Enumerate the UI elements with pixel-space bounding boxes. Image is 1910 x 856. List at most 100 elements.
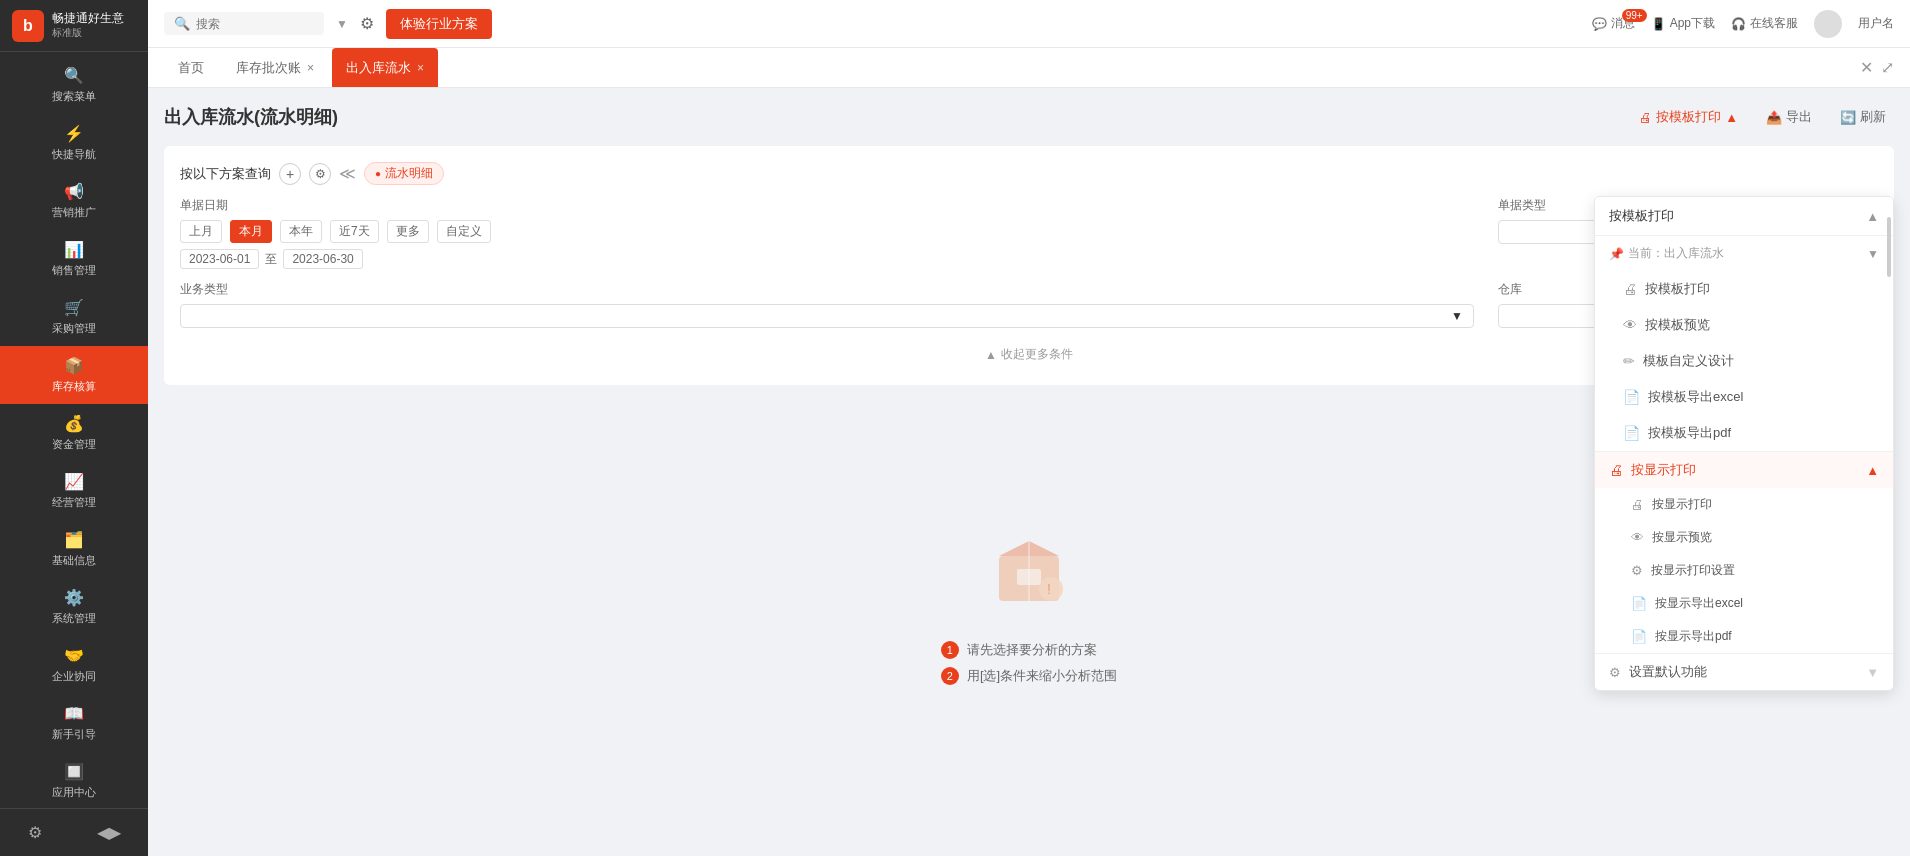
settings-icon[interactable]: ⚙ [24, 819, 46, 846]
sidebar-bottom: ⚙ ◀▶ [0, 808, 148, 856]
nav-icon-operation: 📈 [64, 472, 84, 491]
maximize-icon[interactable]: ⤢ [1881, 58, 1894, 77]
template-excel-item[interactable]: 📄 按模板导出excel [1595, 379, 1893, 415]
date-this-month-btn[interactable]: 本月 [230, 220, 272, 243]
dropdown-collapse-arrow[interactable]: ▲ [1866, 209, 1879, 224]
display-pdf-item[interactable]: 📄 按显示导出pdf [1595, 620, 1893, 653]
sidebar-item-purchase[interactable]: 🛒采购管理 [0, 288, 148, 346]
page-actions: 🖨 按模板打印 ▲ 📤 导出 🔄 刷新 [1631, 104, 1894, 130]
close-window-icon[interactable]: ✕ [1860, 58, 1873, 77]
sidebar-item-sales[interactable]: 📊销售管理 [0, 230, 148, 288]
tab-flow-close[interactable]: × [417, 61, 424, 75]
page-header: 出入库流水(流水明细) 🖨 按模板打印 ▲ 📤 导出 🔄 刷新 [164, 104, 1894, 130]
filter-tag-liushui[interactable]: ● 流水明细 [364, 162, 444, 185]
sidebar: b 畅捷通好生意 标准版 🔍搜索菜单⚡快捷导航📢营销推广📊销售管理🛒采购管理📦库… [0, 0, 148, 856]
nav-icon-inventory: 📦 [64, 356, 84, 375]
export-btn[interactable]: 📤 导出 [1758, 104, 1820, 130]
app-download-btn[interactable]: 📱 App下载 [1651, 15, 1715, 32]
display-settings-item[interactable]: ⚙ 按显示打印设置 [1595, 554, 1893, 587]
step-num-1: 1 [941, 641, 959, 659]
filter-add-btn[interactable]: + [279, 163, 301, 185]
display-excel-item[interactable]: 📄 按显示导出excel [1595, 587, 1893, 620]
date-custom-btn[interactable]: 自定义 [437, 220, 491, 243]
sidebar-item-appcenter[interactable]: 🔲应用中心 [0, 752, 148, 808]
dropdown-title: 按模板打印 [1609, 207, 1674, 225]
display-preview-item[interactable]: 👁 按显示预览 [1595, 521, 1893, 554]
display-section-header[interactable]: 🖨 按显示打印 ▲ [1595, 452, 1893, 488]
template-preview-item[interactable]: 👁 按模板预览 [1595, 307, 1893, 343]
tab-batch-close[interactable]: × [307, 61, 314, 75]
sidebar-item-quicknav[interactable]: ⚡快捷导航 [0, 114, 148, 172]
sidebar-item-marketing[interactable]: 📢营销推广 [0, 172, 148, 230]
sidebar-item-enterprise[interactable]: 🤝企业协同 [0, 636, 148, 694]
display-printer-icon: 🖨 [1631, 497, 1644, 512]
print-dropdown-arrow: ▲ [1725, 110, 1738, 125]
message-btn[interactable]: 💬 消息 99+ [1592, 15, 1635, 32]
filter-tag-icon: ● [375, 168, 381, 179]
nav-icon-marketing: 📢 [64, 182, 84, 201]
biz-type-label: 业务类型 [180, 281, 1474, 298]
template-print-item[interactable]: 🖨 按模板打印 [1595, 271, 1893, 307]
biz-type-select[interactable]: ▼ [180, 304, 1474, 328]
header-search-box[interactable]: 🔍 [164, 12, 324, 35]
date-filter-label: 单据日期 [180, 197, 1474, 214]
tab-flow[interactable]: 出入库流水 × [332, 48, 438, 87]
set-default-btn[interactable]: ⚙ 设置默认功能 ▼ [1595, 654, 1893, 690]
print-dropdown-panel: 按模板打印 ▲ 📌 当前：出入库流水 ▼ 🖨 按模板打印 👁 按模板预览 [1594, 196, 1894, 691]
nav-icon-system: ⚙️ [64, 588, 84, 607]
date-more-btn[interactable]: 更多 [387, 220, 429, 243]
header-gear-icon[interactable]: ⚙ [360, 14, 374, 33]
date-this-year-btn[interactable]: 本年 [280, 220, 322, 243]
current-icon: 📌 [1609, 247, 1624, 261]
sidebar-item-basic[interactable]: 🗂️基础信息 [0, 520, 148, 578]
refresh-btn[interactable]: 🔄 刷新 [1832, 104, 1894, 130]
sidebar-item-finance[interactable]: 💰资金管理 [0, 404, 148, 462]
filter-collapse-icon[interactable]: ≪ [339, 164, 356, 183]
tab-home[interactable]: 首页 [164, 48, 218, 87]
nav-icon-guide: 📖 [64, 704, 84, 723]
date-separator: 至 [265, 251, 277, 268]
date-last-month-btn[interactable]: 上月 [180, 220, 222, 243]
date-from[interactable]: 2023-06-01 [180, 249, 259, 269]
nav-icon-enterprise: 🤝 [64, 646, 84, 665]
online-service-btn[interactable]: 🎧 在线客服 [1731, 15, 1798, 32]
nav-icon-quicknav: ⚡ [64, 124, 84, 143]
sidebar-item-operation[interactable]: 📈经营管理 [0, 462, 148, 520]
nav-icon-appcenter: 🔲 [64, 762, 84, 781]
display-section-arrow: ▲ [1866, 463, 1879, 478]
app-label: App下载 [1670, 15, 1715, 32]
display-section: 🖨 按显示打印 ▲ 🖨 按显示打印 👁 按显示预览 ⚙ 按显示打印设置 [1595, 452, 1893, 654]
collapse-sidebar-icon[interactable]: ◀▶ [93, 819, 125, 846]
current-arrow[interactable]: ▼ [1867, 247, 1879, 261]
dropdown-panel-header: 按模板打印 ▲ [1595, 197, 1893, 236]
sidebar-item-inventory[interactable]: 📦库存核算 [0, 346, 148, 404]
tab-bar: 首页 库存批次账 × 出入库流水 × ✕ ⤢ [148, 48, 1910, 88]
current-indicator: 📌 当前：出入库流水 ▼ [1595, 236, 1893, 271]
print-template-btn[interactable]: 🖨 按模板打印 ▲ [1631, 104, 1746, 130]
tab-batch[interactable]: 库存批次账 × [222, 48, 328, 87]
refresh-icon: 🔄 [1840, 110, 1856, 125]
collapse-arrow-icon: ▲ [985, 348, 997, 362]
search-input[interactable] [196, 17, 314, 31]
sidebar-item-search[interactable]: 🔍搜索菜单 [0, 56, 148, 114]
filter-group-date: 单据日期 上月 本月 本年 近7天 更多 自定义 2023-06-01 至 20… [180, 197, 1474, 269]
sidebar-item-system[interactable]: ⚙️系统管理 [0, 578, 148, 636]
excel-icon: 📄 [1623, 389, 1640, 405]
dropdown-scrollbar[interactable] [1887, 197, 1891, 690]
phone-icon: 📱 [1651, 17, 1666, 31]
display-print-item[interactable]: 🖨 按显示打印 [1595, 488, 1893, 521]
filter-settings-btn[interactable]: ⚙ [309, 163, 331, 185]
service-label: 在线客服 [1750, 15, 1798, 32]
template-custom-item[interactable]: ✏ 模板自定义设计 [1595, 343, 1893, 379]
date-7days-btn[interactable]: 近7天 [330, 220, 379, 243]
brand-name: 畅捷通好生意 [52, 11, 124, 27]
trial-btn[interactable]: 体验行业方案 [386, 9, 492, 39]
avatar[interactable] [1814, 10, 1842, 38]
search-dropdown-icon[interactable]: ▼ [336, 17, 348, 31]
dropdown-scrollbar-thumb[interactable] [1887, 217, 1891, 277]
template-pdf-item[interactable]: 📄 按模板导出pdf [1595, 415, 1893, 451]
date-to[interactable]: 2023-06-30 [283, 249, 362, 269]
print-icon: 🖨 [1639, 110, 1652, 125]
sidebar-item-guide[interactable]: 📖新手引导 [0, 694, 148, 752]
brand-sub: 标准版 [52, 26, 124, 40]
